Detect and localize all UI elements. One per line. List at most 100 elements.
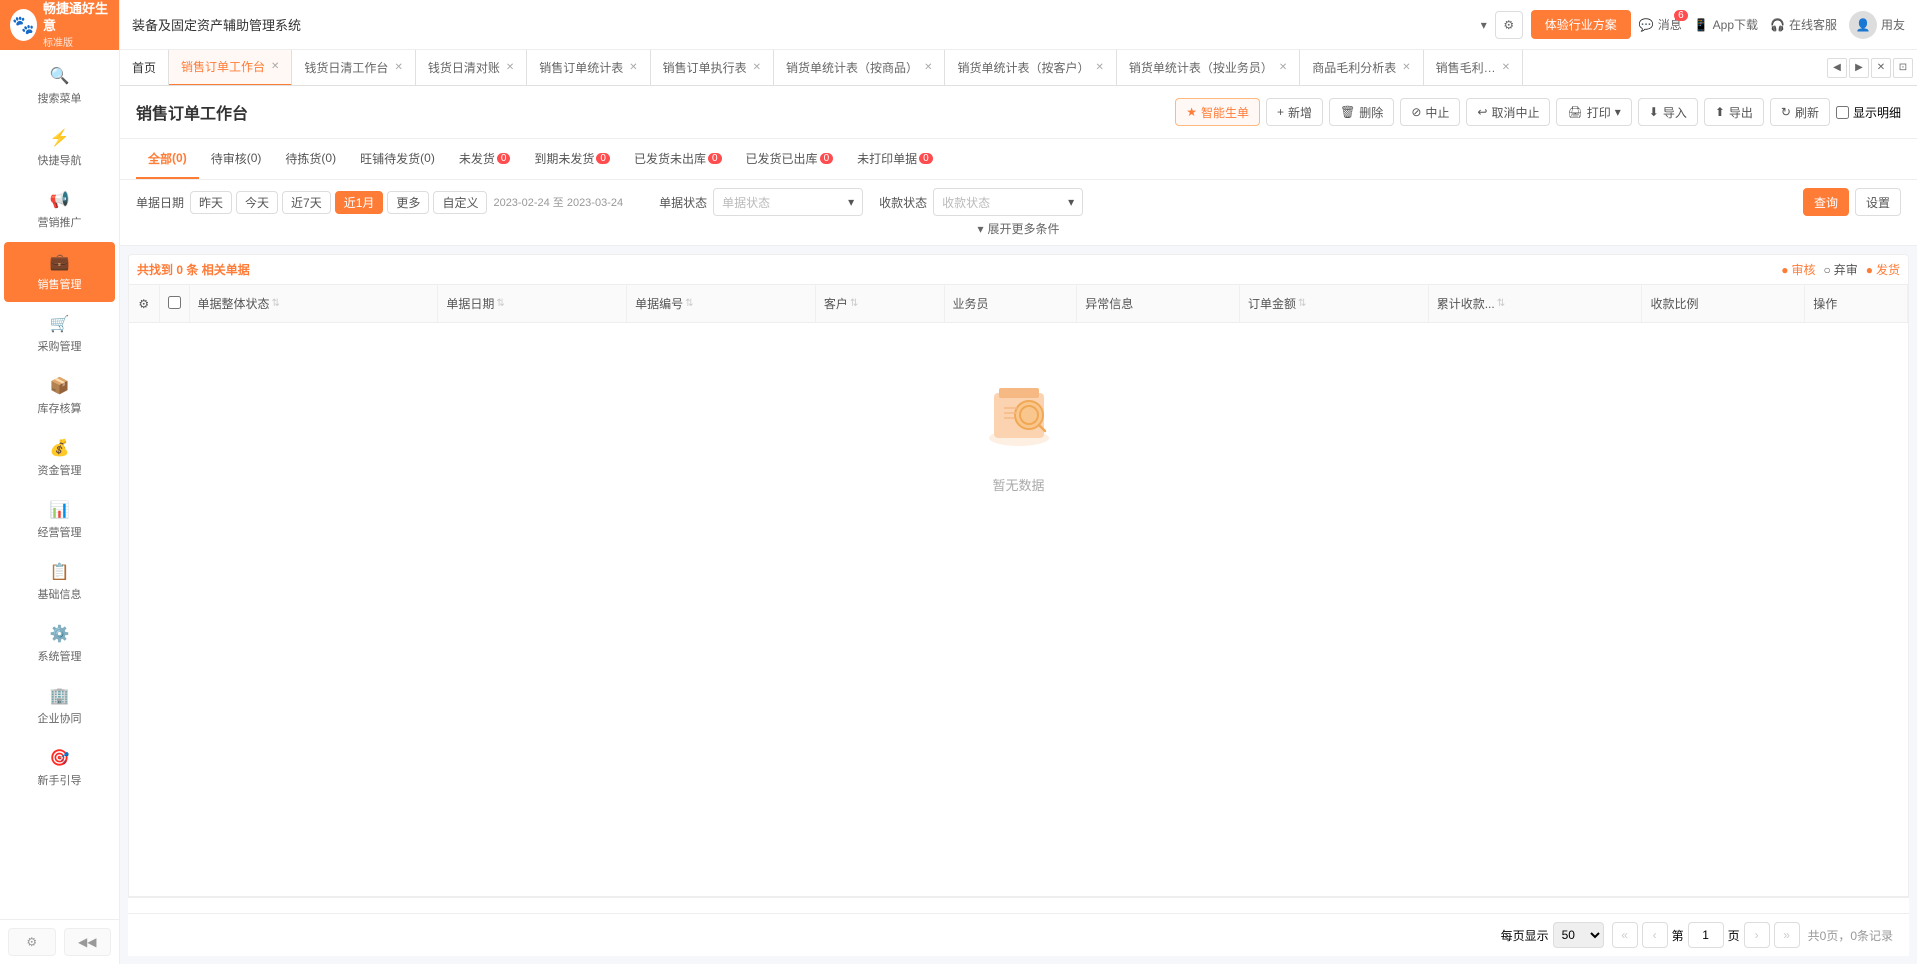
horizontal-scrollbar[interactable] — [128, 897, 1909, 913]
col-settings[interactable]: ⚙ — [129, 285, 159, 323]
sort-number[interactable]: 单据编号 ⇅ — [635, 295, 807, 312]
sidebar-item-purchase[interactable]: 🛒 采购管理 — [4, 304, 115, 364]
tab-product-stats[interactable]: 销货单统计表（按商品） ✕ — [774, 50, 945, 86]
sort-amount[interactable]: 订单金额 ⇅ — [1248, 295, 1420, 312]
show-detail-checkbox[interactable] — [1836, 106, 1849, 119]
select-all-checkbox[interactable] — [168, 296, 181, 309]
tabs-expand-btn[interactable]: ⊡ — [1893, 58, 1913, 78]
prev-page-btn[interactable]: ‹ — [1642, 922, 1668, 948]
filter-date-7days[interactable]: 近7天 — [282, 191, 331, 214]
tabs-close-all-btn[interactable]: ✕ — [1871, 58, 1891, 78]
sub-tab-overdue[interactable]: 到期未发货 0 — [522, 139, 622, 179]
sidebar-item-quick-nav[interactable]: ⚡ 快捷导航 — [4, 118, 115, 178]
tab-customer-stats[interactable]: 销货单统计表（按客户） ✕ — [945, 50, 1116, 86]
sidebar-item-enterprise[interactable]: 🏢 企业协同 — [4, 676, 115, 736]
sort-date[interactable]: 单据日期 ⇅ — [446, 295, 618, 312]
last-page-btn[interactable]: » — [1774, 922, 1800, 948]
stop-btn[interactable]: ⊘ 中止 — [1400, 98, 1460, 126]
tab-sales-stats[interactable]: 销售订单统计表 ✕ — [527, 50, 650, 86]
batch-ship-btn[interactable]: ● 发货 — [1866, 261, 1900, 278]
tab-close-icon[interactable]: ✕ — [506, 62, 514, 73]
set-btn[interactable]: 设置 — [1855, 188, 1901, 216]
tab-gross-profit[interactable]: 商品毛利分析表 ✕ — [1300, 50, 1423, 86]
tab-sales-order-workbench[interactable]: 销售订单工作台 ✕ — [169, 50, 292, 86]
user-btn[interactable]: 👤 用友 — [1849, 11, 1905, 39]
topbar-settings-btn[interactable]: ⚙ — [1495, 11, 1523, 39]
tab-close-icon[interactable]: ✕ — [1502, 62, 1510, 73]
batch-abandon-btn[interactable]: ○ 弃审 — [1823, 261, 1857, 278]
page-input[interactable] — [1688, 922, 1724, 948]
filter-date-more[interactable]: 更多 — [387, 191, 429, 214]
tab-cash-daily[interactable]: 钱货日清工作台 ✕ — [292, 50, 415, 86]
tabs-prev-btn[interactable]: ◀ — [1827, 58, 1847, 78]
search-icon: 🔍 — [50, 66, 70, 86]
online-service-btn[interactable]: 🎧 在线客服 — [1770, 16, 1837, 33]
smart-create-btn[interactable]: ★ 智能生单 — [1175, 98, 1260, 126]
sub-tab-all[interactable]: 全部(0) — [136, 139, 199, 179]
sub-tab-not-printed[interactable]: 未打印单据 0 — [845, 139, 945, 179]
sort-customer[interactable]: 客户 ⇅ — [824, 295, 936, 312]
filter-date-yesterday[interactable]: 昨天 — [190, 191, 232, 214]
tab-sales-exec[interactable]: 销售订单执行表 ✕ — [651, 50, 774, 86]
tab-close-icon[interactable]: ✕ — [394, 62, 402, 73]
expand-filter-btn[interactable]: ▾ 展开更多条件 — [977, 220, 1059, 237]
sidebar-settings-btn[interactable]: ⚙ — [8, 928, 56, 956]
sidebar-item-guide[interactable]: 🎯 新手引导 — [4, 738, 115, 798]
sort-status[interactable]: 单据整体状态 ⇅ — [198, 295, 430, 312]
app-download-btn[interactable]: 📱 App下载 — [1694, 16, 1758, 33]
sub-tab-pending-pick[interactable]: 待拣货(0) — [273, 139, 348, 179]
tabs-next-btn[interactable]: ▶ — [1849, 58, 1869, 78]
sidebar-item-finance[interactable]: 💰 资金管理 — [4, 428, 115, 488]
add-btn[interactable]: + 新增 — [1266, 98, 1323, 126]
filter-date-1month[interactable]: 近1月 — [335, 191, 384, 214]
sidebar-item-base-info[interactable]: 📋 基础信息 — [4, 552, 115, 612]
filter-payment-select[interactable]: 收款状态 ▾ — [933, 188, 1083, 216]
sort-icon: ⇅ — [1298, 298, 1306, 309]
import-btn[interactable]: ⬇ 导入 — [1638, 98, 1698, 126]
print-btn[interactable]: 🖨 打印 ▾ — [1556, 98, 1631, 126]
industry-btn[interactable]: 体验行业方案 — [1531, 10, 1631, 39]
tab-home[interactable]: 首页 — [120, 50, 169, 86]
show-detail-checkbox-label[interactable]: 显示明细 — [1836, 104, 1901, 121]
tab-close-icon[interactable]: ✕ — [924, 62, 932, 73]
tab-close-icon[interactable]: ✕ — [1402, 62, 1410, 73]
next-page-btn[interactable]: › — [1744, 922, 1770, 948]
delete-btn[interactable]: 🗑 删除 — [1329, 98, 1394, 126]
sort-cumulative[interactable]: 累计收款... ⇅ — [1437, 295, 1634, 312]
tab-cash-reconcile[interactable]: 钱货日清对账 ✕ — [416, 50, 527, 86]
sidebar-item-operations[interactable]: 📊 经营管理 — [4, 490, 115, 550]
sidebar-item-inventory[interactable]: 📦 库存核算 — [4, 366, 115, 426]
tab-close-icon[interactable]: ✕ — [1279, 62, 1287, 73]
col-checkbox[interactable] — [159, 285, 189, 323]
sidebar-item-system[interactable]: ⚙️ 系统管理 — [4, 614, 115, 674]
filter-date-today[interactable]: 今天 — [236, 191, 278, 214]
refresh-btn[interactable]: ↻ 刷新 — [1770, 98, 1830, 126]
tab-sales-margin[interactable]: 销售毛利… ✕ — [1424, 50, 1523, 86]
filter-status-select[interactable]: 单据状态 ▾ — [713, 188, 863, 216]
tab-close-icon[interactable]: ✕ — [753, 62, 761, 73]
message-btn[interactable]: 💬 消息 6 — [1639, 16, 1682, 33]
sidebar-item-marketing[interactable]: 📢 营销推广 — [4, 180, 115, 240]
sub-tab-pending-review[interactable]: 待审核(0) — [199, 139, 274, 179]
tab-staff-stats[interactable]: 销货单统计表（按业务员） ✕ — [1117, 50, 1300, 86]
sidebar-item-sales[interactable]: 💼 销售管理 — [4, 242, 115, 302]
tab-close-icon[interactable]: ✕ — [1095, 62, 1103, 73]
sub-tab-shipped-out[interactable]: 已发货已出库 0 — [734, 139, 846, 179]
first-page-btn[interactable]: « — [1612, 922, 1638, 948]
tab-close-icon[interactable]: ✕ — [629, 62, 637, 73]
tab-close-icon[interactable]: ✕ — [271, 61, 279, 72]
query-btn[interactable]: 查询 — [1803, 188, 1849, 216]
sub-tab-shipped-not-out[interactable]: 已发货未出库 0 — [622, 139, 734, 179]
page-actions: ★ 智能生单 + 新增 🗑 删除 ⊘ 中止 ↩ 取消中止 — [1175, 98, 1901, 126]
sidebar-collapse-btn[interactable]: ◀◀ — [64, 928, 112, 956]
sub-tab-wangpu[interactable]: 旺铺待发货(0) — [348, 139, 447, 179]
export-btn[interactable]: ⬆ 导出 — [1704, 98, 1764, 126]
cancel-stop-btn[interactable]: ↩ 取消中止 — [1466, 98, 1550, 126]
page-header: 销售订单工作台 ★ 智能生单 + 新增 🗑 删除 ⊘ 中止 — [120, 86, 1917, 139]
batch-review-btn[interactable]: ● 审核 — [1781, 261, 1815, 278]
per-page-select[interactable]: 50 100 200 — [1553, 922, 1604, 948]
sub-tab-not-shipped[interactable]: 未发货 0 — [447, 139, 523, 179]
sidebar-item-search[interactable]: 🔍 搜索菜单 — [4, 56, 115, 116]
system-dropdown[interactable]: ▾ — [1481, 18, 1487, 32]
filter-date-custom[interactable]: 自定义 — [433, 191, 487, 214]
